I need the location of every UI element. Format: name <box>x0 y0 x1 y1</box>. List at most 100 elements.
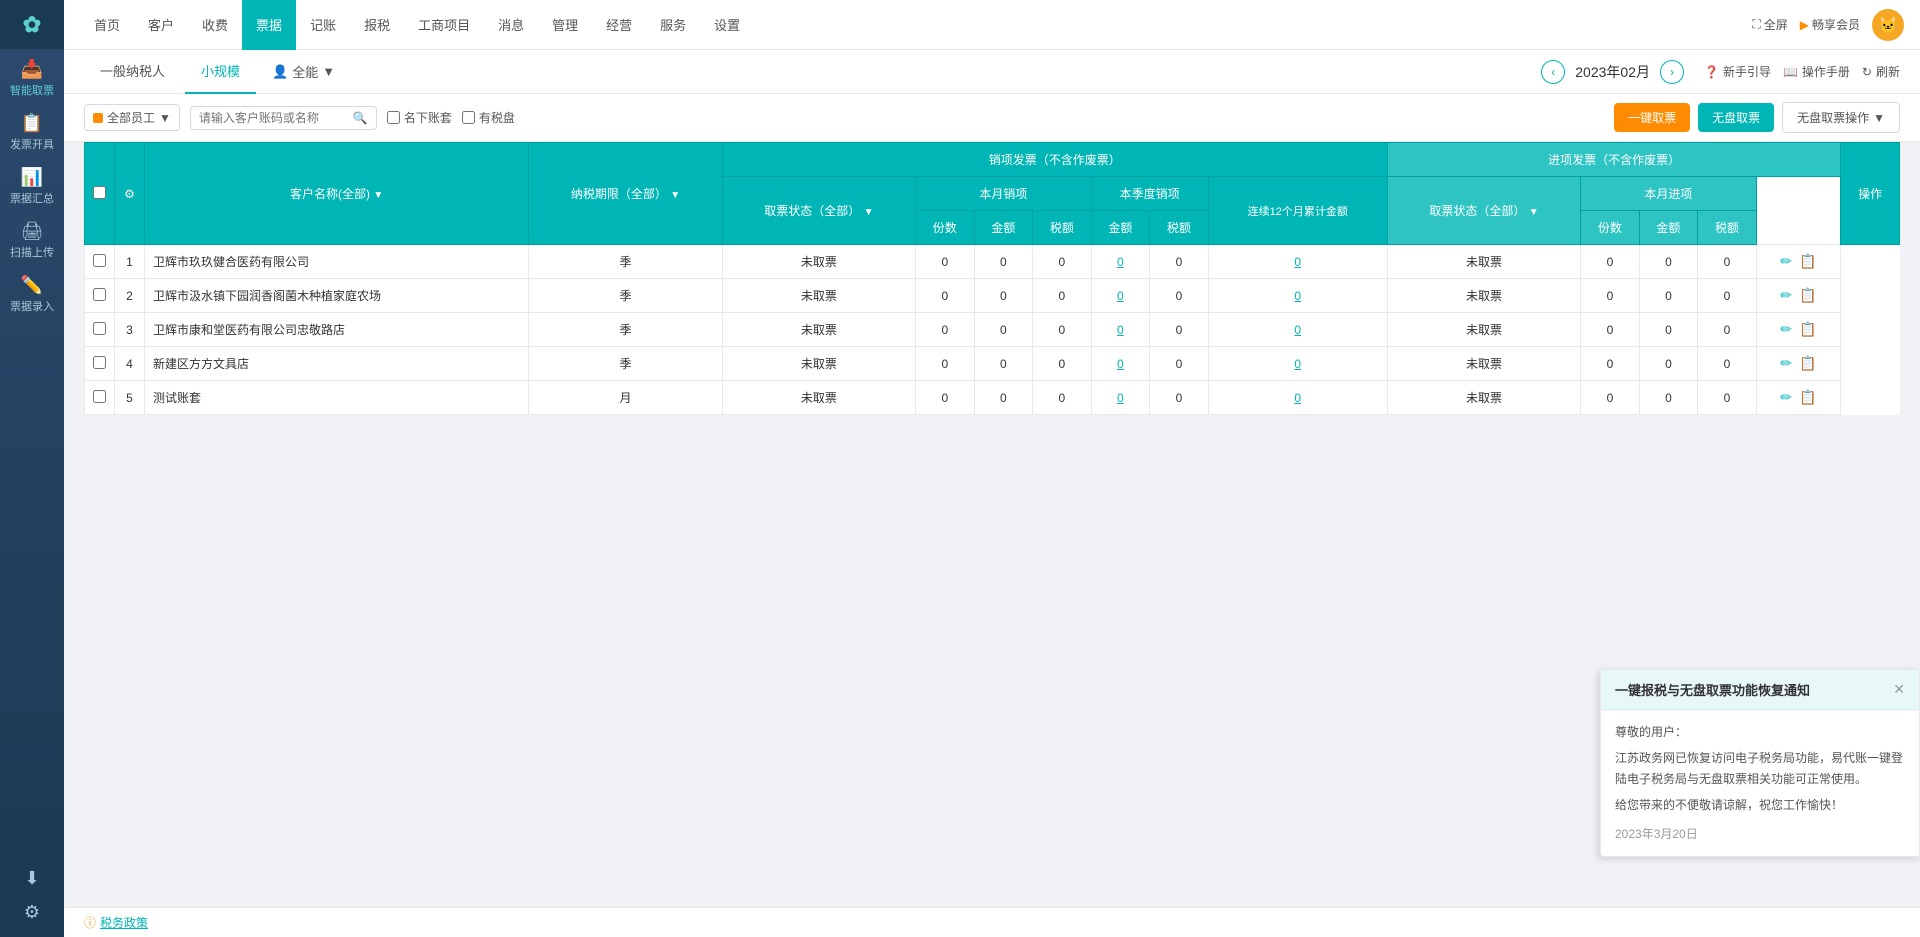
sidebar-item-invoice-summary[interactable]: 📊 票据汇总 <box>0 158 64 212</box>
new-guide-button[interactable]: ❓ 新手引导 <box>1704 63 1771 80</box>
nav-item-fee[interactable]: 收费 <box>188 0 242 50</box>
row-checkbox-cell[interactable] <box>85 245 115 279</box>
input-status-filter-icon[interactable]: ▼ <box>1529 207 1539 218</box>
row-checkbox-cell[interactable] <box>85 313 115 347</box>
col-sales-month: 本月销项 <box>916 177 1092 211</box>
row-checkbox[interactable] <box>93 254 106 267</box>
nav-item-client[interactable]: 客户 <box>134 0 188 50</box>
sales-status-filter-icon[interactable]: ▼ <box>864 207 874 218</box>
refresh-button[interactable]: ↻ 刷新 <box>1862 63 1900 80</box>
nav-item-bookkeeping[interactable]: 记账 <box>296 0 350 50</box>
nav-item-business[interactable]: 工商项目 <box>404 0 484 50</box>
col-setting[interactable]: ⚙ <box>115 143 145 245</box>
nav-items: 首页 客户 收费 票据 记账 报税 工商项目 消息 管理 经营 服务 设置 <box>80 0 1752 50</box>
table-row: 5 测试账套 月 未取票 0 0 0 0 0 0 未取票 0 0 0 ✏ 📋 <box>85 381 1900 415</box>
row-checkbox-cell[interactable] <box>85 347 115 381</box>
col-sales-status: 取票状态（全部） ▼ <box>722 177 915 245</box>
edit-icon[interactable]: ✏ <box>1778 389 1794 405</box>
top-nav-right: ⛶ 全屏 ▶ 畅享会员 🐱 <box>1752 9 1904 41</box>
row-sales-12month[interactable]: 0 <box>1208 347 1387 381</box>
tab-all[interactable]: 👤 全能 ▼ <box>260 50 347 94</box>
view-icon[interactable]: 📋 <box>1797 287 1818 303</box>
row-checkbox[interactable] <box>93 288 106 301</box>
has-tax-disk-checkbox[interactable]: 有税盘 <box>462 109 515 126</box>
tax-policy-link[interactable]: 税务政策 <box>100 914 148 931</box>
row-checkbox[interactable] <box>93 390 106 403</box>
col-sales-month-count: 份数 <box>916 211 975 245</box>
tab-general-taxpayer[interactable]: 一般纳税人 <box>84 50 181 94</box>
tax-period-filter-icon[interactable]: ▼ <box>670 190 680 201</box>
period-next-button[interactable]: › <box>1660 60 1684 84</box>
col-sales-month-tax: 税额 <box>1033 211 1092 245</box>
row-no: 1 <box>115 245 145 279</box>
one-click-ticket-button[interactable]: 一键取票 <box>1614 103 1690 132</box>
row-sales-season-amount[interactable]: 0 <box>1091 381 1150 415</box>
row-sales-season-amount[interactable]: 0 <box>1091 279 1150 313</box>
mine-account-checkbox[interactable]: 名下账套 <box>387 109 452 126</box>
nav-item-service[interactable]: 服务 <box>646 0 700 50</box>
row-sales-12month[interactable]: 0 <box>1208 313 1387 347</box>
view-icon[interactable]: 📋 <box>1797 253 1818 269</box>
row-checkbox-cell[interactable] <box>85 381 115 415</box>
employee-filter[interactable]: 全部员工 ▼ <box>84 104 180 131</box>
sidebar-item-scan-upload[interactable]: 🖨 扫描上传 <box>0 212 64 266</box>
sidebar-item-invoice-open[interactable]: 📋 发票开具 <box>0 104 64 158</box>
row-tax-period: 月 <box>529 381 722 415</box>
fullscreen-button[interactable]: ⛶ 全屏 <box>1752 16 1787 33</box>
select-all-checkbox[interactable] <box>93 186 106 199</box>
view-icon[interactable]: 📋 <box>1797 321 1818 337</box>
edit-icon[interactable]: ✏ <box>1778 321 1794 337</box>
sidebar-item-download[interactable]: ⬇ <box>0 859 64 893</box>
download-icon: ⬇ <box>24 869 39 887</box>
row-customer: 卫辉市汲水镇下园润香阁菌木种植家庭农场 <box>145 279 529 313</box>
bottom-bar: ⓘ 税务政策 <box>64 907 1920 937</box>
view-icon[interactable]: 📋 <box>1797 355 1818 371</box>
row-sales-status: 未取票 <box>722 313 915 347</box>
sidebar-item-smart-ticket[interactable]: 📥 智能取票 <box>0 50 64 104</box>
manual-button[interactable]: 📖 操作手册 <box>1783 63 1850 80</box>
row-sales-season-amount[interactable]: 0 <box>1091 245 1150 279</box>
nav-item-tax[interactable]: 报税 <box>350 0 404 50</box>
nav-item-manage[interactable]: 管理 <box>538 0 592 50</box>
row-checkbox[interactable] <box>93 322 106 335</box>
notification-close-button[interactable]: ✕ <box>1893 681 1905 698</box>
row-no: 5 <box>115 381 145 415</box>
no-disk-ticket-button[interactable]: 无盘取票 <box>1698 103 1774 132</box>
row-sales-season-amount[interactable]: 0 <box>1091 347 1150 381</box>
row-sales-12month[interactable]: 0 <box>1208 279 1387 313</box>
tab-small-scale[interactable]: 小规模 <box>185 50 256 94</box>
nav-item-ticket[interactable]: 票据 <box>242 0 296 50</box>
row-sales-month-count: 0 <box>916 313 975 347</box>
row-input-month-amount: 0 <box>1639 347 1698 381</box>
row-sales-12month[interactable]: 0 <box>1208 381 1387 415</box>
row-sales-season-amount[interactable]: 0 <box>1091 313 1150 347</box>
view-icon[interactable]: 📋 <box>1797 389 1818 405</box>
mine-checkbox-input[interactable] <box>387 111 400 124</box>
row-tax-period: 季 <box>529 347 722 381</box>
row-sales-status: 未取票 <box>722 245 915 279</box>
row-input-month-amount: 0 <box>1639 279 1698 313</box>
nav-item-settings[interactable]: 设置 <box>700 0 754 50</box>
search-input[interactable] <box>199 111 349 125</box>
nav-item-message[interactable]: 消息 <box>484 0 538 50</box>
row-checkbox[interactable] <box>93 356 106 369</box>
member-button[interactable]: ▶ 畅享会员 <box>1800 16 1860 33</box>
tax-disk-checkbox-input[interactable] <box>462 111 475 124</box>
row-sales-status: 未取票 <box>722 279 915 313</box>
row-sales-month-tax: 0 <box>1033 381 1092 415</box>
edit-icon[interactable]: ✏ <box>1778 355 1794 371</box>
no-disk-ops-button[interactable]: 无盘取票操作 ▼ <box>1782 102 1900 133</box>
sidebar-item-settings[interactable]: ⚙ <box>0 893 64 927</box>
edit-icon[interactable]: ✏ <box>1778 287 1794 303</box>
sidebar-item-invoice-entry[interactable]: ✏️ 票据录入 <box>0 266 64 320</box>
row-checkbox-cell[interactable] <box>85 279 115 313</box>
search-box[interactable]: 🔍 <box>190 106 377 130</box>
nav-item-home[interactable]: 首页 <box>80 0 134 50</box>
edit-icon[interactable]: ✏ <box>1778 253 1794 269</box>
period-prev-button[interactable]: ‹ <box>1541 60 1565 84</box>
col-sales-12month: 连续12个月累计金额 <box>1208 177 1387 245</box>
nav-item-operation[interactable]: 经营 <box>592 0 646 50</box>
row-sales-12month[interactable]: 0 <box>1208 245 1387 279</box>
user-avatar[interactable]: 🐱 <box>1872 9 1904 41</box>
customer-filter-icon[interactable]: ▼ <box>373 190 383 201</box>
